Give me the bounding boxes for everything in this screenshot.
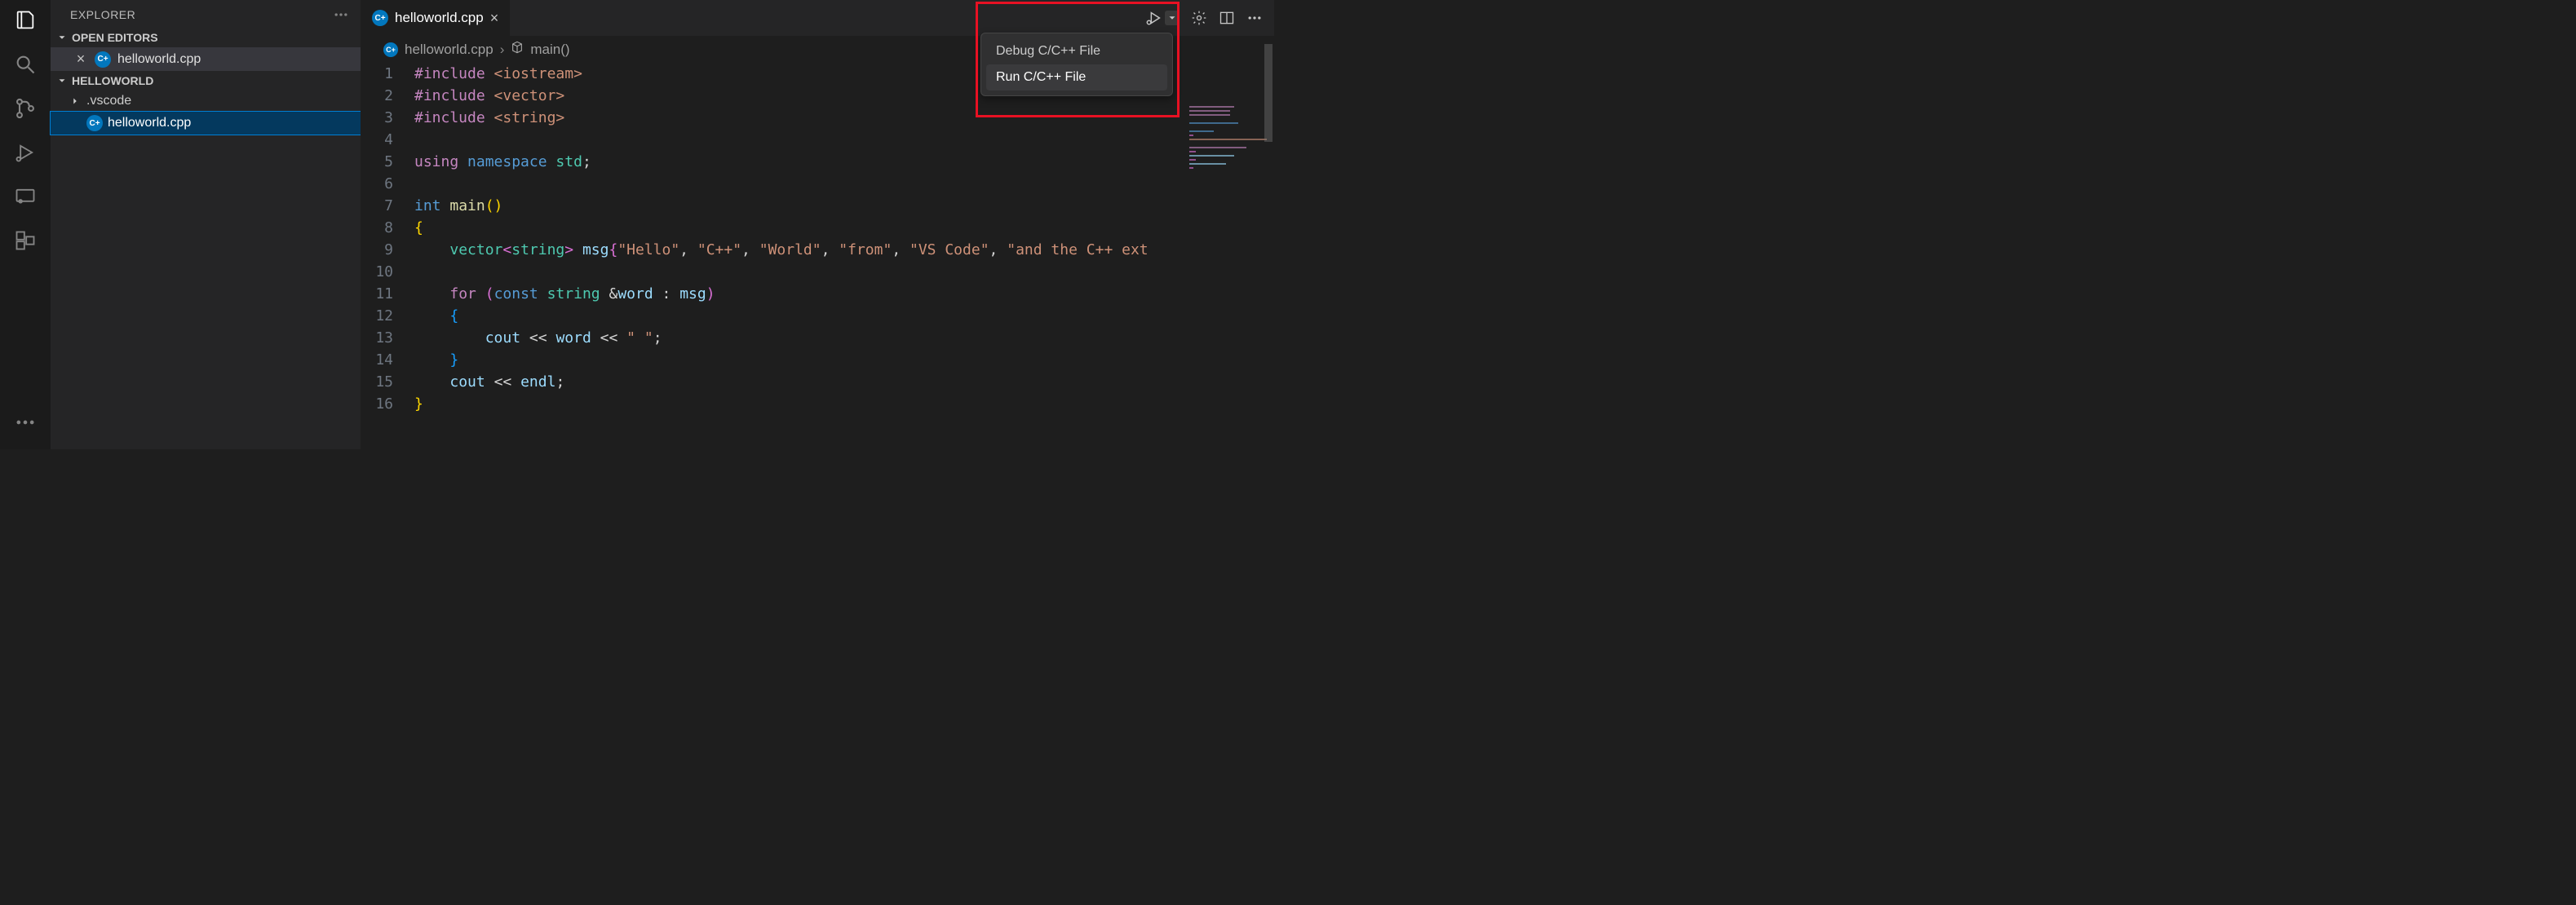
code-line[interactable]: 4 [369, 129, 1274, 151]
code-line[interactable]: 10 [369, 261, 1274, 283]
menu-item-run[interactable]: Run C/C++ File [986, 64, 1167, 90]
open-editor-filename: helloworld.cpp [117, 52, 201, 67]
extensions-icon[interactable] [13, 228, 38, 253]
code-line[interactable]: 16} [369, 393, 1274, 415]
code-line[interactable]: 9 vector<string> msg{"Hello", "C++", "Wo… [369, 239, 1274, 261]
explorer-icon[interactable] [13, 8, 38, 33]
close-icon[interactable]: × [73, 51, 88, 68]
workspace-section[interactable]: HELLOWORLD [51, 71, 361, 90]
scrollbar-thumb[interactable] [1264, 44, 1273, 142]
breadcrumb-file[interactable]: helloworld.cpp [405, 42, 494, 58]
menu-item-debug[interactable]: Debug C/C++ File [986, 38, 1167, 64]
code-line[interactable]: 7int main() [369, 195, 1274, 217]
cpp-file-icon: C+ [95, 51, 111, 68]
sidebar-more-icon[interactable] [333, 7, 349, 23]
more-icon[interactable] [13, 410, 38, 435]
editor-body[interactable]: 1#include <iostream>2#include <vector>3#… [361, 63, 1274, 449]
app-root: EXPLORER OPEN EDITORS × C+ helloworld.cp… [0, 0, 1274, 449]
split-editor-icon[interactable] [1219, 10, 1235, 26]
cpp-file-icon: C+ [372, 10, 388, 26]
chevron-right-icon [69, 95, 82, 108]
explorer-sidebar: EXPLORER OPEN EDITORS × C+ helloworld.cp… [51, 0, 361, 449]
tree-item-label: helloworld.cpp [108, 116, 191, 130]
sidebar-title: EXPLORER [70, 8, 135, 21]
editor-tab[interactable]: C+ helloworld.cpp × [361, 0, 511, 36]
activity-bar [0, 0, 51, 449]
editor-area: C+ helloworld.cpp × [361, 0, 1274, 449]
cpp-file-icon: C+ [383, 42, 398, 57]
editor-tabs: C+ helloworld.cpp × [361, 0, 1274, 36]
remote-icon[interactable] [13, 184, 38, 209]
breadcrumb-symbol[interactable]: main() [530, 42, 569, 58]
sidebar-header: EXPLORER [51, 0, 361, 28]
code-line[interactable]: 13 cout << word << " "; [369, 327, 1274, 349]
code-line[interactable]: 8{ [369, 217, 1274, 239]
chevron-down-icon [55, 31, 69, 44]
tree-folder-vscode[interactable]: .vscode [51, 90, 361, 112]
code-line[interactable]: 3#include <string> [369, 107, 1274, 129]
run-dropdown-chevron[interactable] [1165, 11, 1180, 25]
source-control-icon[interactable] [13, 96, 38, 121]
open-editor-item[interactable]: × C+ helloworld.cpp [51, 47, 361, 71]
code-line[interactable]: 14 } [369, 349, 1274, 371]
code-line[interactable]: 5using namespace std; [369, 151, 1274, 173]
tab-label: helloworld.cpp [395, 10, 484, 26]
code-line[interactable]: 11 for (const string &word : msg) [369, 283, 1274, 305]
search-icon[interactable] [13, 52, 38, 77]
code-line[interactable]: 15 cout << endl; [369, 371, 1274, 393]
editor-actions [1145, 9, 1274, 27]
vertical-scrollbar[interactable] [1263, 36, 1274, 449]
cpp-file-icon: C+ [86, 115, 103, 131]
more-icon[interactable] [1246, 10, 1263, 26]
run-debug-icon[interactable] [13, 140, 38, 165]
tree-item-label: .vscode [86, 94, 131, 108]
breadcrumb-separator: › [500, 42, 505, 58]
tree-file-helloworld[interactable]: C+ helloworld.cpp [51, 112, 361, 135]
open-editors-label: OPEN EDITORS [72, 31, 158, 44]
open-editors-section[interactable]: OPEN EDITORS [51, 28, 361, 47]
code-line[interactable]: 6 [369, 173, 1274, 195]
symbol-method-icon [511, 41, 524, 58]
chevron-down-icon [55, 74, 69, 87]
code-content[interactable]: 1#include <iostream>2#include <vector>3#… [361, 63, 1274, 415]
workspace-label: HELLOWORLD [72, 74, 153, 87]
run-dropdown-menu: Debug C/C++ File Run C/C++ File [980, 33, 1173, 96]
close-icon[interactable]: × [490, 10, 499, 27]
code-line[interactable]: 12 { [369, 305, 1274, 327]
run-debug-play-icon[interactable] [1145, 9, 1163, 27]
gear-icon[interactable] [1191, 10, 1207, 26]
